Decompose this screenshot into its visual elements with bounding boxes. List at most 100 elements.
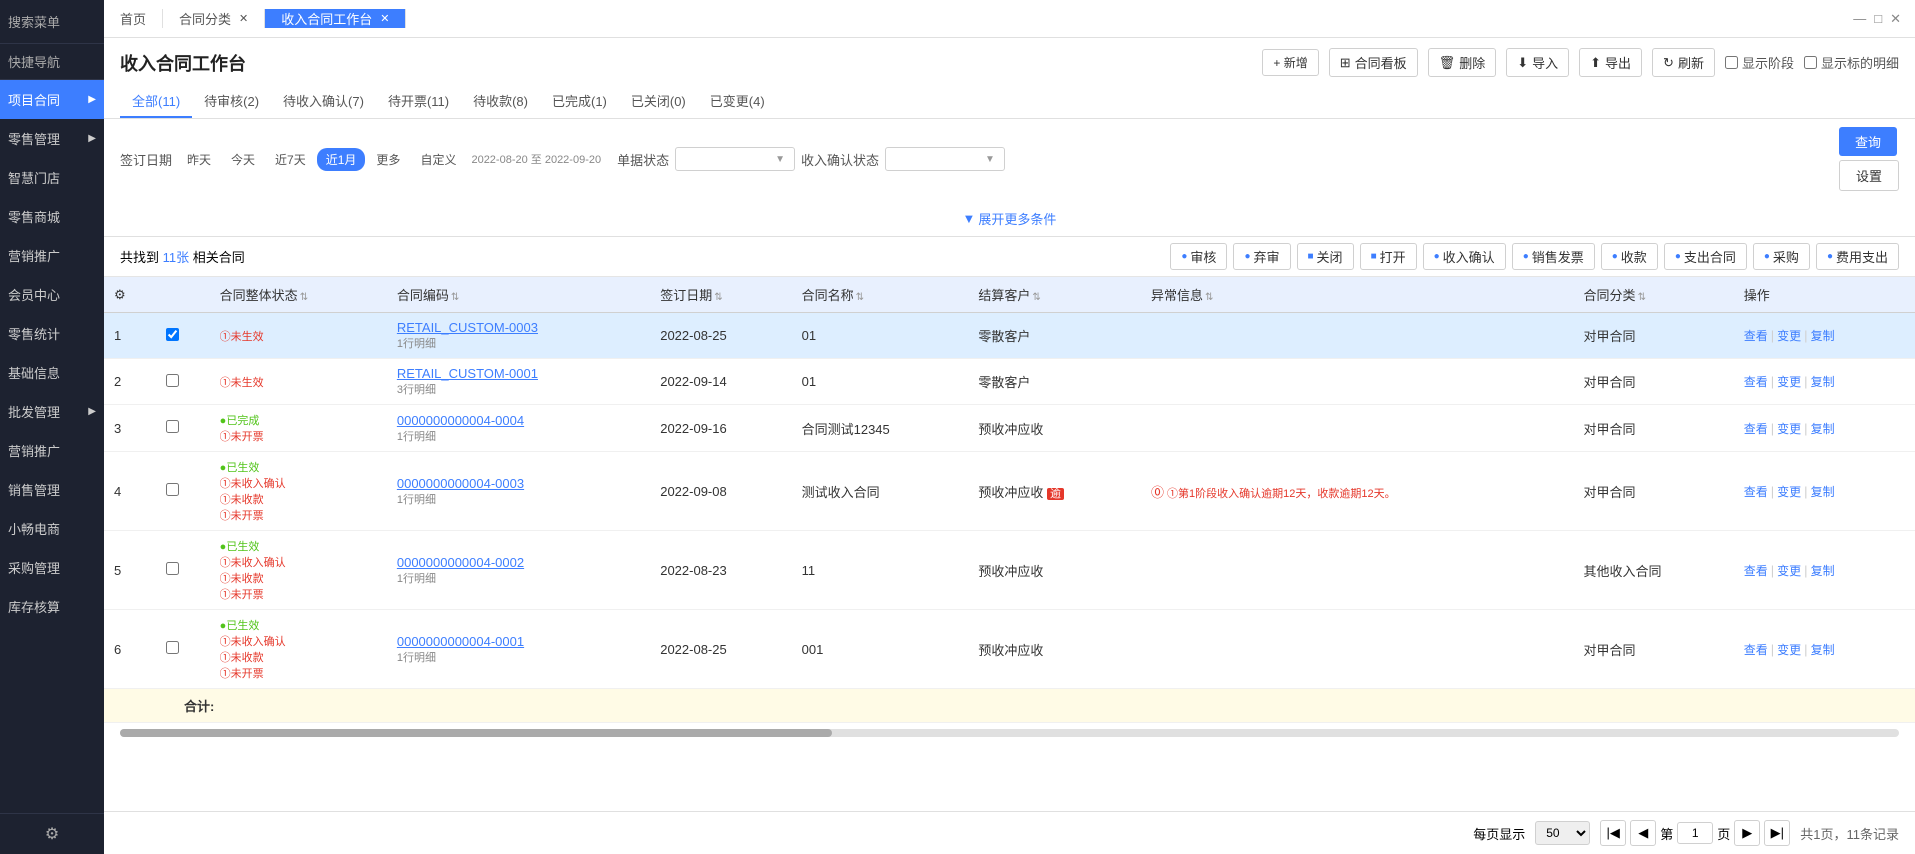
- op-变更[interactable]: 变更: [1777, 643, 1801, 657]
- tbl-btn-purchase[interactable]: ●采购: [1753, 243, 1810, 270]
- delete-button[interactable]: 🗑 删除: [1428, 48, 1497, 77]
- new-button[interactable]: + 新增: [1262, 49, 1318, 76]
- op-变更[interactable]: 变更: [1777, 564, 1801, 578]
- horizontal-scrollbar[interactable]: [104, 723, 1915, 743]
- op-查看[interactable]: 查看: [1744, 643, 1768, 657]
- next-page-btn[interactable]: ▶: [1734, 820, 1760, 846]
- op-复制[interactable]: 复制: [1811, 375, 1835, 389]
- op-复制[interactable]: 复制: [1811, 643, 1835, 657]
- date-btn-custom[interactable]: 自定义: [411, 148, 465, 171]
- op-查看[interactable]: 查看: [1744, 422, 1768, 436]
- sidebar-search[interactable]: 搜索菜单: [0, 0, 104, 44]
- row-checkbox-5[interactable]: [166, 641, 179, 654]
- op-变更[interactable]: 变更: [1777, 375, 1801, 389]
- doc-status-select[interactable]: [675, 147, 795, 171]
- contract-code-link[interactable]: 0000000000004-0003: [397, 476, 524, 491]
- prev-page-btn[interactable]: ◀: [1630, 820, 1656, 846]
- export-button[interactable]: ⬆ 导出: [1579, 48, 1642, 77]
- op-复制[interactable]: 复制: [1811, 485, 1835, 499]
- status-tab-pending_invoice[interactable]: 待开票(11): [376, 85, 461, 118]
- show-stage-checkbox[interactable]: 显示阶段: [1725, 53, 1794, 72]
- last-page-btn[interactable]: ▶|: [1764, 820, 1790, 846]
- status-tab-changed[interactable]: 已变更(4): [698, 85, 777, 118]
- tab-close-icon[interactable]: ✕: [239, 12, 248, 25]
- date-btn-today[interactable]: 今天: [222, 148, 264, 171]
- sidebar-item-smart_store[interactable]: 智慧门店: [0, 158, 104, 197]
- sidebar-item-base_info[interactable]: 基础信息: [0, 353, 104, 392]
- sidebar-item-purchase_mgmt[interactable]: 采购管理: [0, 548, 104, 587]
- minimize-icon[interactable]: —: [1853, 11, 1866, 27]
- contract-code-link[interactable]: RETAIL_CUSTOM-0001: [397, 366, 538, 381]
- date-btn-last1m[interactable]: 近1月: [317, 148, 366, 171]
- col-status[interactable]: 合同整体状态⇅: [210, 277, 387, 313]
- gear-icon[interactable]: ⚙: [8, 824, 96, 844]
- income-confirm-select[interactable]: [885, 147, 1005, 171]
- tbl-btn-abandon[interactable]: ●弃审: [1233, 243, 1290, 270]
- tbl-btn-expense[interactable]: ●费用支出: [1816, 243, 1899, 270]
- contract-code-link[interactable]: RETAIL_CUSTOM-0003: [397, 320, 538, 335]
- row-checkbox-0[interactable]: [166, 328, 179, 341]
- setting-button[interactable]: 设置: [1839, 160, 1899, 191]
- sidebar-item-project[interactable]: 项目合同▶: [0, 80, 104, 119]
- close-icon[interactable]: ✕: [1890, 11, 1901, 27]
- status-tab-pending_audit[interactable]: 待审核(2): [192, 85, 271, 118]
- expand-more-btn[interactable]: ▼ 展开更多条件: [963, 209, 1057, 228]
- import-button[interactable]: ⬇ 导入: [1506, 48, 1569, 77]
- status-tab-pending_confirm[interactable]: 待收入确认(7): [271, 85, 376, 118]
- op-查看[interactable]: 查看: [1744, 485, 1768, 499]
- col-name[interactable]: 合同名称⇅: [792, 277, 969, 313]
- col-customer[interactable]: 结算客户⇅: [968, 277, 1141, 313]
- row-checkbox-3[interactable]: [166, 483, 179, 496]
- op-复制[interactable]: 复制: [1811, 422, 1835, 436]
- row-checkbox-2[interactable]: [166, 420, 179, 433]
- date-btn-more[interactable]: 更多: [367, 148, 409, 171]
- refresh-button[interactable]: ↻ 刷新: [1652, 48, 1715, 77]
- op-查看[interactable]: 查看: [1744, 329, 1768, 343]
- tab-income_contract[interactable]: 收入合同工作台✕: [265, 9, 406, 28]
- contract-code-link[interactable]: 0000000000004-0002: [397, 555, 524, 570]
- tbl-btn-close[interactable]: ■关闭: [1297, 243, 1354, 270]
- maximize-icon[interactable]: □: [1874, 11, 1882, 27]
- tbl-btn-pay_out[interactable]: ●支出合同: [1664, 243, 1747, 270]
- status-tab-all[interactable]: 全部(11): [120, 85, 192, 118]
- sidebar-quicknav[interactable]: 快捷导航: [0, 44, 104, 80]
- sidebar-item-member[interactable]: 会员中心: [0, 275, 104, 314]
- col-sign_date[interactable]: 签订日期⇅: [650, 277, 791, 313]
- sidebar-item-xiaochangec[interactable]: 小畅电商: [0, 509, 104, 548]
- op-变更[interactable]: 变更: [1777, 485, 1801, 499]
- first-page-btn[interactable]: |◀: [1600, 820, 1626, 846]
- sidebar-item-retail_stats[interactable]: 零售统计: [0, 314, 104, 353]
- op-变更[interactable]: 变更: [1777, 329, 1801, 343]
- op-查看[interactable]: 查看: [1744, 564, 1768, 578]
- page-number-input[interactable]: [1677, 822, 1713, 844]
- query-button[interactable]: 查询: [1839, 127, 1897, 156]
- op-变更[interactable]: 变更: [1777, 422, 1801, 436]
- sidebar-item-marketing2[interactable]: 营销推广: [0, 431, 104, 470]
- op-复制[interactable]: 复制: [1811, 564, 1835, 578]
- tbl-btn-audit[interactable]: ●审核: [1170, 243, 1227, 270]
- contract-code-link[interactable]: 0000000000004-0004: [397, 413, 524, 428]
- tab-home[interactable]: 首页: [104, 9, 163, 28]
- sidebar-item-retail_mall[interactable]: 零售商城: [0, 197, 104, 236]
- row-checkbox-4[interactable]: [166, 562, 179, 575]
- tab-close-icon[interactable]: ✕: [380, 12, 389, 25]
- sidebar-item-retail_mgmt[interactable]: 零售管理▶: [0, 119, 104, 158]
- op-查看[interactable]: 查看: [1744, 375, 1768, 389]
- op-复制[interactable]: 复制: [1811, 329, 1835, 343]
- sidebar-item-sales_mgmt[interactable]: 销售管理: [0, 470, 104, 509]
- status-tab-pending_payment[interactable]: 待收款(8): [461, 85, 540, 118]
- show-detail-checkbox[interactable]: 显示标的明细: [1804, 53, 1899, 72]
- col-category[interactable]: 合同分类⇅: [1574, 277, 1734, 313]
- tbl-btn-payment[interactable]: ●收款: [1601, 243, 1658, 270]
- status-tab-completed[interactable]: 已完成(1): [540, 85, 619, 118]
- tbl-btn-income_confirm[interactable]: ●收入确认: [1423, 243, 1506, 270]
- sidebar-item-stock_calc[interactable]: 库存核算: [0, 587, 104, 626]
- col-abnormal[interactable]: 异常信息⇅: [1141, 277, 1574, 313]
- contract-code-link[interactable]: 0000000000004-0001: [397, 634, 524, 649]
- col-code[interactable]: 合同编码⇅: [387, 277, 650, 313]
- sidebar-item-marketing[interactable]: 营销推广: [0, 236, 104, 275]
- tab-contract_category[interactable]: 合同分类✕: [163, 9, 265, 28]
- tbl-btn-sales_invoice[interactable]: ●销售发票: [1512, 243, 1595, 270]
- tbl-btn-open[interactable]: ■打开: [1360, 243, 1417, 270]
- row-checkbox-1[interactable]: [166, 374, 179, 387]
